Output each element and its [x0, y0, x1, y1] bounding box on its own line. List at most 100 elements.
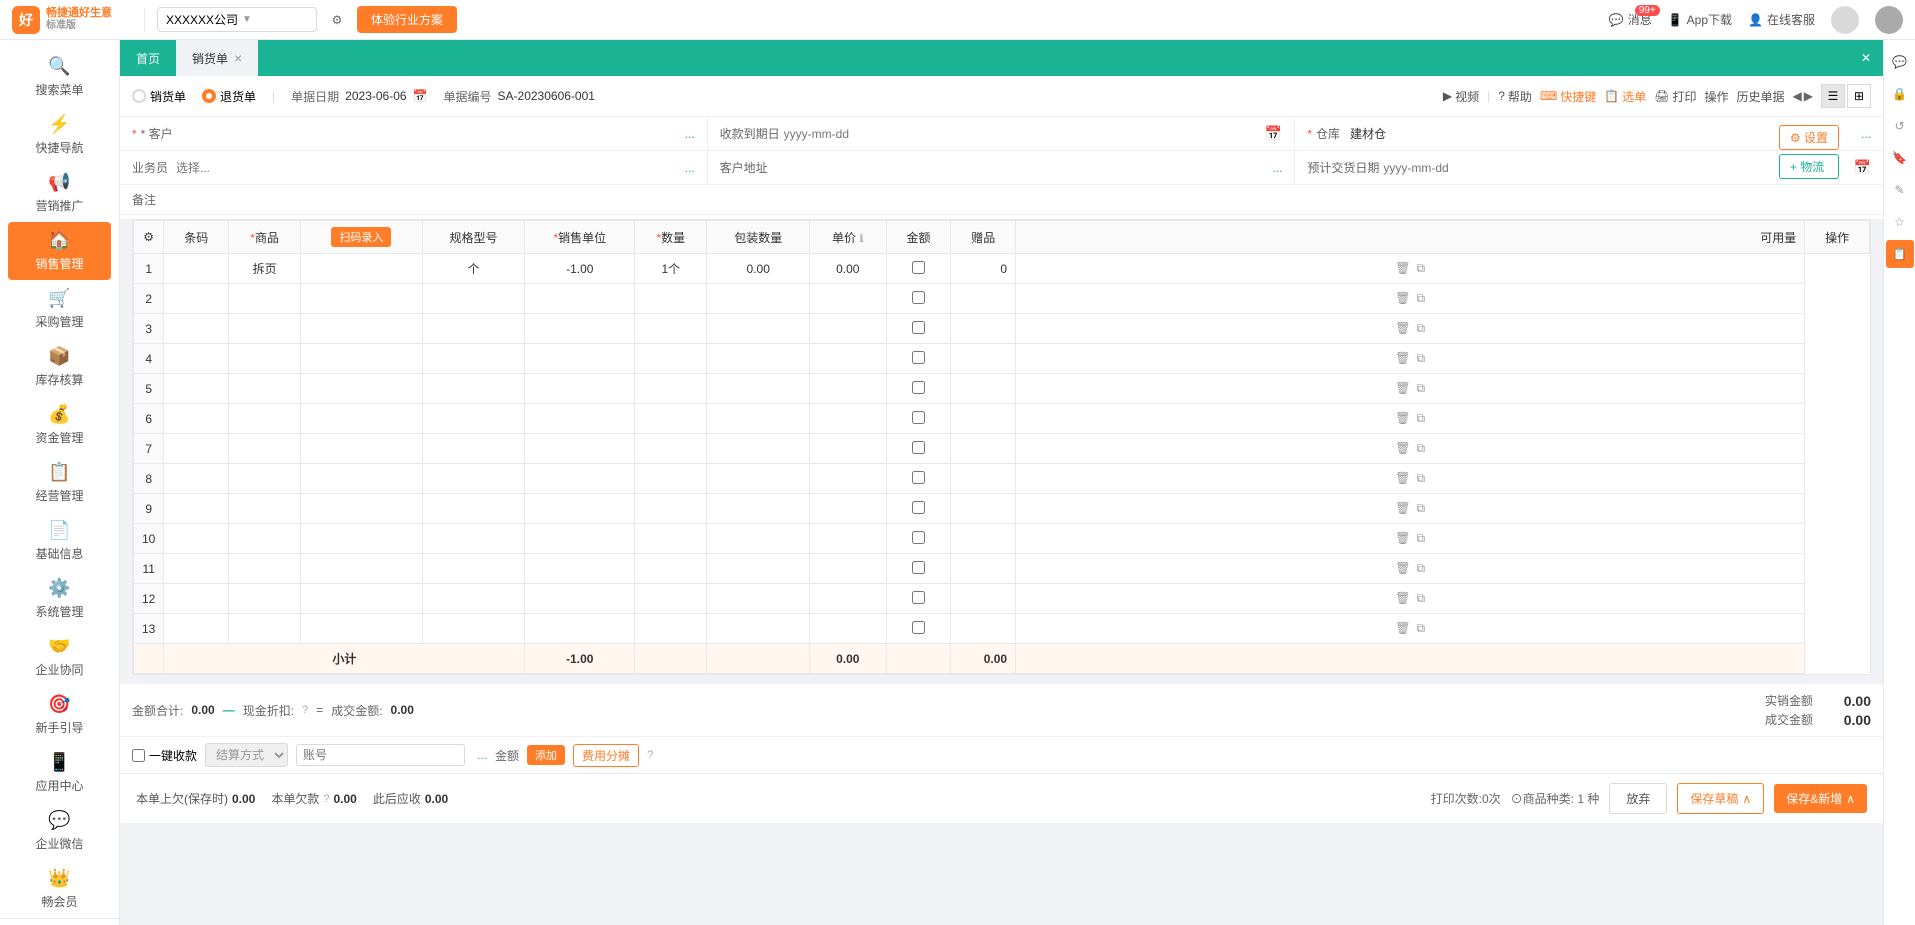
- doc-no-value[interactable]: SA-20230606-001: [498, 89, 595, 103]
- next-btn[interactable]: ▶: [1804, 89, 1813, 103]
- online-service-btn[interactable]: 👤 在线客服: [1748, 11, 1815, 28]
- copy-icon-8[interactable]: ⧉: [1416, 471, 1425, 486]
- sidebar-item-purchase[interactable]: 🛒 采购管理: [0, 280, 119, 338]
- delete-icon-11[interactable]: 🗑: [1395, 561, 1410, 576]
- account-input[interactable]: [296, 744, 465, 766]
- avatar[interactable]: [1831, 6, 1859, 34]
- payment-checkbox[interactable]: [132, 749, 145, 762]
- row-spec-1[interactable]: [301, 254, 423, 284]
- account-dots[interactable]: ...: [477, 748, 487, 762]
- gift-checkbox-1[interactable]: [912, 261, 925, 274]
- date-value[interactable]: 2023-06-06: [345, 89, 406, 103]
- single-debt-info[interactable]: ?: [323, 793, 329, 805]
- product-type[interactable]: ⊙商品种类: 1 种: [1511, 790, 1600, 807]
- collection-date-input[interactable]: [784, 127, 1257, 141]
- delete-icon-6[interactable]: 🗑: [1395, 411, 1410, 426]
- copy-icon-6[interactable]: ⧉: [1416, 411, 1425, 426]
- tab-home[interactable]: 首页: [120, 40, 176, 76]
- gift-checkbox-3[interactable]: [912, 321, 925, 334]
- copy-icon-10[interactable]: ⧉: [1416, 531, 1425, 546]
- right-panel-btn-7[interactable]: 📋: [1886, 240, 1914, 268]
- row-barcode-1[interactable]: [164, 254, 229, 284]
- sidebar-item-finance[interactable]: 💰 资金管理: [0, 396, 119, 454]
- sidebar-item-wechat[interactable]: 💬 企业微信: [0, 802, 119, 860]
- col-settings[interactable]: ⚙: [134, 221, 164, 254]
- copy-icon-4[interactable]: ⧉: [1416, 351, 1425, 366]
- gift-checkbox-11[interactable]: [912, 561, 925, 574]
- sidebar-item-marketing[interactable]: 📢 营销推广: [0, 164, 119, 222]
- gift-checkbox-9[interactable]: [912, 501, 925, 514]
- gift-checkbox-6[interactable]: [912, 411, 925, 424]
- right-panel-btn-4[interactable]: 🔖: [1886, 144, 1914, 172]
- print-btn[interactable]: 🖨 打印: [1654, 88, 1696, 105]
- customer-dots[interactable]: ...: [685, 127, 695, 141]
- sidebar-item-system[interactable]: ⚙️ 系统管理: [0, 570, 119, 628]
- row-amount-1[interactable]: 0.00: [810, 254, 887, 284]
- collection-calendar-icon[interactable]: 📅: [1265, 125, 1282, 142]
- sidebar-item-member[interactable]: 👑 畅会员: [0, 860, 119, 918]
- right-panel-btn-5[interactable]: ✎: [1886, 176, 1914, 204]
- gift-checkbox-8[interactable]: [912, 471, 925, 484]
- right-panel-btn-2[interactable]: 🔒: [1886, 80, 1914, 108]
- list-view-btn[interactable]: ☰: [1821, 84, 1845, 108]
- price-info-icon[interactable]: ℹ: [859, 233, 863, 245]
- delete-icon-2[interactable]: 🗑: [1395, 291, 1410, 306]
- scan-btn[interactable]: 扫码录入: [331, 227, 391, 247]
- message-btn[interactable]: 💬 消息 99+: [1609, 11, 1652, 28]
- delete-icon-1[interactable]: 🗑: [1395, 261, 1410, 276]
- app-download-btn[interactable]: 📱 App下载: [1668, 11, 1732, 28]
- select-btn[interactable]: 📋 选单: [1604, 88, 1646, 105]
- delete-icon-10[interactable]: 🗑: [1395, 531, 1410, 546]
- sidebar-item-search[interactable]: 🔍 搜索菜单: [0, 48, 119, 106]
- save-draft-btn[interactable]: 保存草稿 ∧: [1677, 783, 1764, 814]
- gift-checkbox-4[interactable]: [912, 351, 925, 364]
- save-new-btn[interactable]: 保存&新增 ∧: [1774, 784, 1867, 813]
- sidebar-item-guide[interactable]: 🎯 新手引导: [0, 686, 119, 744]
- gift-checkbox-5[interactable]: [912, 381, 925, 394]
- row-qty-1[interactable]: -1.00: [525, 254, 635, 284]
- copy-icon-1[interactable]: ⧉: [1416, 261, 1425, 276]
- copy-icon-13[interactable]: ⧉: [1416, 621, 1425, 636]
- copy-icon-12[interactable]: ⧉: [1416, 591, 1425, 606]
- warehouse-dots[interactable]: ...: [1861, 127, 1871, 141]
- add-payment-btn[interactable]: 添加: [527, 745, 565, 765]
- salesperson-dots[interactable]: ...: [685, 161, 695, 175]
- video-btn[interactable]: ▶ 视频: [1443, 88, 1479, 105]
- row-gift-1[interactable]: [886, 254, 951, 284]
- delete-icon-13[interactable]: 🗑: [1395, 621, 1410, 636]
- sidebar-item-operations[interactable]: 📋 经营管理: [0, 454, 119, 512]
- gift-checkbox-13[interactable]: [912, 621, 925, 634]
- fee-info-icon[interactable]: ?: [647, 749, 653, 761]
- copy-icon-7[interactable]: ⧉: [1416, 441, 1425, 456]
- tab-sales-order[interactable]: 销货单 ×: [176, 40, 258, 76]
- delete-icon-7[interactable]: 🗑: [1395, 441, 1410, 456]
- remark-input[interactable]: [176, 193, 1871, 207]
- address-input[interactable]: [784, 161, 1265, 175]
- grid-view-btn[interactable]: ⊞: [1847, 84, 1871, 108]
- fee-split-btn[interactable]: 费用分摊: [573, 744, 639, 767]
- prev-btn[interactable]: ◀: [1793, 89, 1802, 103]
- row-product-1[interactable]: 拆页: [229, 254, 301, 284]
- gift-checkbox-10[interactable]: [912, 531, 925, 544]
- setup-btn[interactable]: ⚙ 设置: [1779, 125, 1839, 150]
- sidebar-item-quick-nav[interactable]: ⚡ 快捷导航: [0, 106, 119, 164]
- discount-info-icon[interactable]: ?: [302, 704, 308, 716]
- settings-icon[interactable]: ⚙: [325, 8, 349, 32]
- copy-icon-2[interactable]: ⧉: [1416, 291, 1425, 306]
- radio-return-type[interactable]: 退货单: [202, 88, 256, 105]
- copy-icon-11[interactable]: ⧉: [1416, 561, 1425, 576]
- delete-icon-3[interactable]: 🗑: [1395, 321, 1410, 336]
- gift-checkbox-7[interactable]: [912, 441, 925, 454]
- right-panel-btn-3[interactable]: ↺: [1886, 112, 1914, 140]
- copy-icon-5[interactable]: ⧉: [1416, 381, 1425, 396]
- trial-button[interactable]: 体验行业方案: [357, 6, 457, 33]
- address-dots[interactable]: ...: [1272, 161, 1282, 175]
- radio-sale-type[interactable]: 销货单: [132, 88, 186, 105]
- company-selector[interactable]: XXXXXX公司 ▼: [157, 7, 317, 32]
- gift-checkbox-12[interactable]: [912, 591, 925, 604]
- delivery-calendar-icon[interactable]: 📅: [1854, 159, 1871, 176]
- discard-btn[interactable]: 放弃: [1609, 783, 1667, 814]
- one-click-payment-checkbox[interactable]: 一键收款: [132, 747, 197, 764]
- sidebar-item-apps[interactable]: 📱 应用中心: [0, 744, 119, 802]
- delete-icon-4[interactable]: 🗑: [1395, 351, 1410, 366]
